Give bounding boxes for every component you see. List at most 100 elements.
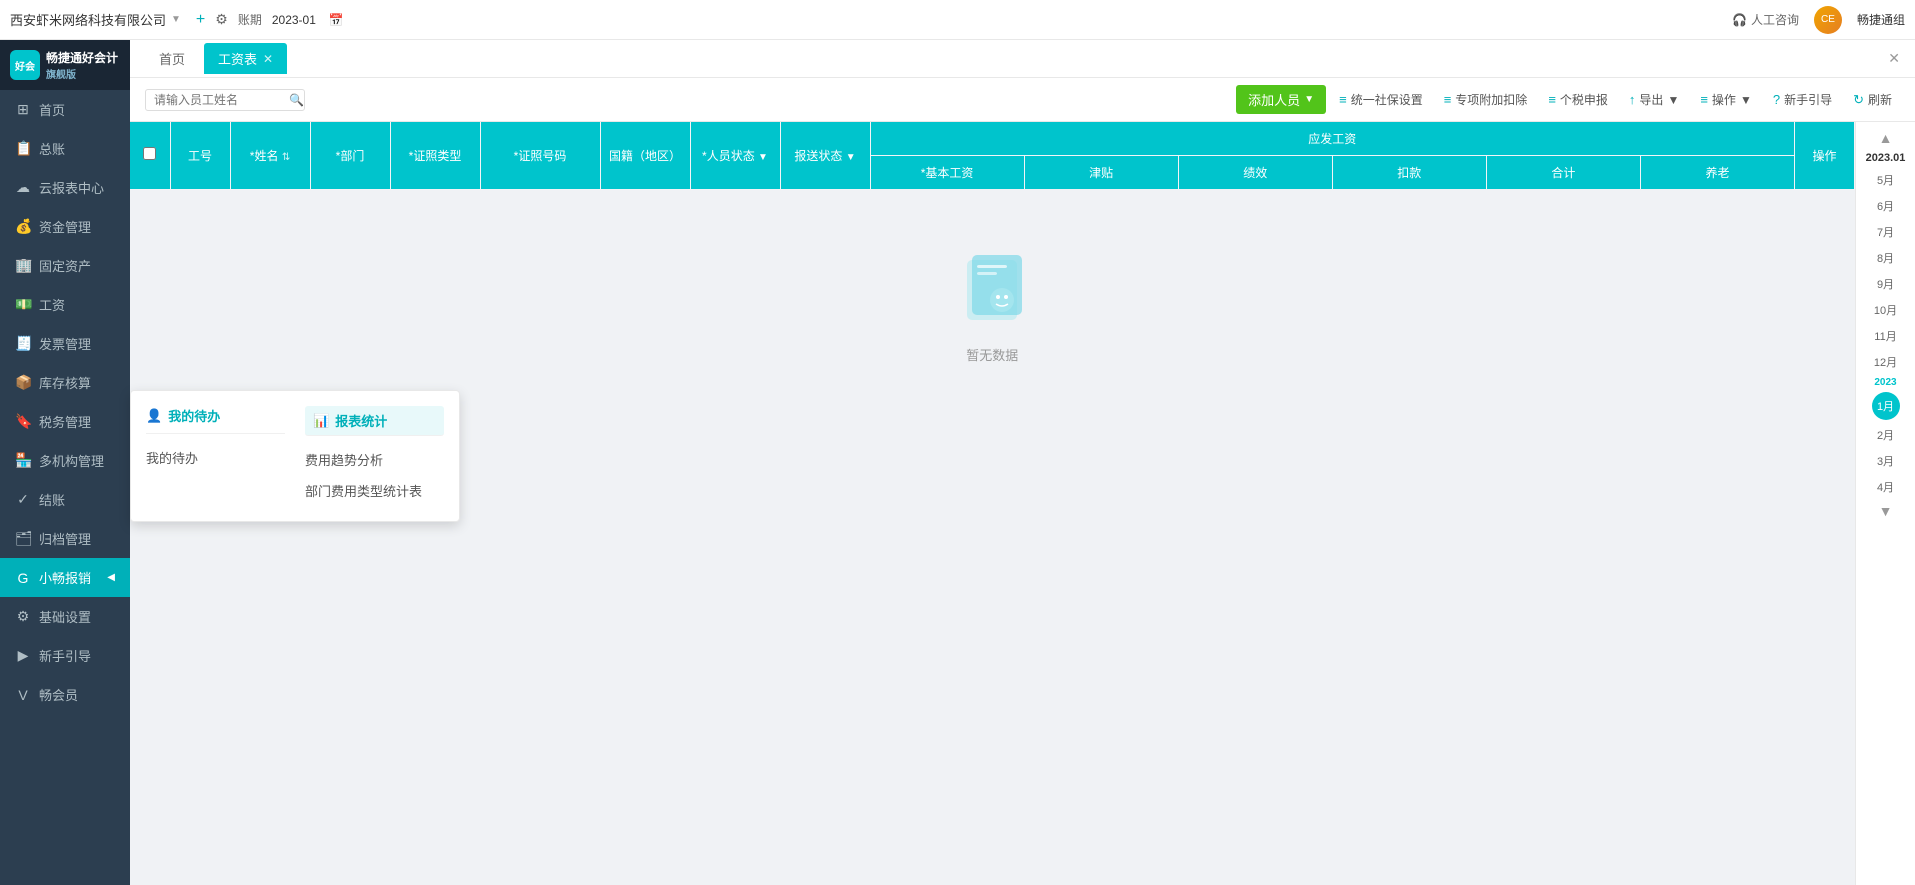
social-icon: ≡ <box>1339 92 1347 107</box>
th-name: *姓名 ⇅ <box>230 122 310 189</box>
search-wrapper: 🔍 <box>145 89 305 111</box>
popup-menu: 👤 我的待办 我的待办 📊 报表统计 费用趋势分析 部门费用类型统计表 <box>130 390 460 522</box>
timeline-month-5[interactable]: 5月 <box>1856 167 1915 193</box>
timeline-month-10[interactable]: 10月 <box>1856 297 1915 323</box>
th-checkbox <box>130 122 170 189</box>
sidebar-item-finance[interactable]: 💰 资金管理 <box>0 207 130 246</box>
select-all-checkbox[interactable] <box>143 147 156 160</box>
timeline-up-nav[interactable]: ▲ <box>1876 127 1896 149</box>
sidebar-item-multi[interactable]: 🏪 多机构管理 <box>0 441 130 480</box>
search-icon[interactable]: 🔍 <box>289 93 304 107</box>
top-header: 西安虾米网络科技有限公司 ▼ + ⚙ 账期 2023-01 📅 🎧 人工咨询 C… <box>0 0 1915 40</box>
timeline-month-11[interactable]: 11月 <box>1856 323 1915 349</box>
tab-home[interactable]: 首页 <box>145 43 199 74</box>
basic-icon: ⚙ <box>15 608 31 625</box>
close-all-tabs-button[interactable]: ✕ <box>1888 50 1900 67</box>
search-input[interactable] <box>154 93 284 107</box>
ledger-icon: 📋 <box>15 140 31 157</box>
popup-todo-header: 👤 我的待办 <box>146 406 285 434</box>
company-name[interactable]: 西安虾米网络科技有限公司 ▼ <box>10 10 181 29</box>
tab-salary-label: 工资表 <box>218 49 257 68</box>
tabs-bar: 首页 工资表 ✕ ✕ <box>130 40 1915 78</box>
close-acc-icon: ✓ <box>15 491 31 508</box>
sidebar-item-home[interactable]: ⊞ 首页 <box>0 90 130 129</box>
right-panel: ▲ 2023.01 5月 6月 7月 8月 9月 10月 11月 12月 202… <box>1855 122 1915 885</box>
period-calendar-icon[interactable]: 📅 <box>329 13 344 27</box>
sidebar-label-salary: 工资 <box>39 295 65 314</box>
timeline-month-9[interactable]: 9月 <box>1856 271 1915 297</box>
sidebar-item-archive[interactable]: 🗂 归档管理 <box>0 519 130 558</box>
tab-close-icon[interactable]: ✕ <box>263 52 273 66</box>
sidebar-item-basic[interactable]: ⚙ 基础设置 <box>0 597 130 636</box>
sidebar-label-assets: 固定资产 <box>39 256 91 275</box>
multi-icon: 🏪 <box>15 452 31 469</box>
sidebar-item-invoice[interactable]: 🧾 发票管理 <box>0 324 130 363</box>
popup-todo-item[interactable]: 我的待办 <box>146 442 285 473</box>
company-dropdown-arrow: ▼ <box>171 14 181 25</box>
sidebar-item-assets[interactable]: 🏢 固定资产 <box>0 246 130 285</box>
avatar: CE <box>1814 6 1842 34</box>
name-sort-icon[interactable]: ⇅ <box>282 152 290 163</box>
sidebar-label-member: 畅会员 <box>39 685 78 704</box>
sidebar-item-ledger[interactable]: 📋 总账 <box>0 129 130 168</box>
action-icon: ≡ <box>1700 92 1708 107</box>
guide-button[interactable]: ? 新手引导 <box>1765 87 1840 112</box>
deduct-button[interactable]: ≡ 专项附加扣除 <box>1436 87 1536 112</box>
support-button[interactable]: 🎧 人工咨询 <box>1732 11 1799 28</box>
sidebar-label-tax: 税务管理 <box>39 412 91 431</box>
timeline-month-6[interactable]: 6月 <box>1856 193 1915 219</box>
sidebar-item-close[interactable]: ✓ 结账 <box>0 480 130 519</box>
add-person-button[interactable]: 添加人员 ▼ <box>1236 85 1326 114</box>
empty-text: 暂无数据 <box>966 345 1018 364</box>
tab-salary-table[interactable]: 工资表 ✕ <box>204 43 287 74</box>
sidebar-item-tax[interactable]: 🔖 税务管理 <box>0 402 130 441</box>
sidebar-item-member[interactable]: V 畅会员 <box>0 675 130 714</box>
popup-expense-trend-item[interactable]: 费用趋势分析 <box>305 444 444 475</box>
user-name[interactable]: 畅捷通组 <box>1857 11 1905 28</box>
sidebar-item-salary[interactable]: 💵 工资 <box>0 285 130 324</box>
timeline-month-4[interactable]: 4月 <box>1856 474 1915 500</box>
headset-icon: 🎧 <box>1732 13 1747 27</box>
assets-icon: 🏢 <box>15 257 31 274</box>
sidebar: 好会 畅捷通好会计 旗舰版 ⊞ 首页 📋 总账 ☁ 云报表中心 💰 资金管理 🏢… <box>0 40 130 885</box>
archive-icon: 🗂 <box>15 530 31 547</box>
action-button[interactable]: ≡ 操作 ▼ <box>1692 87 1760 112</box>
header-settings-icon[interactable]: ⚙ <box>215 11 228 28</box>
export-button[interactable]: ↑ 导出 ▼ <box>1621 87 1687 112</box>
timeline-month-2[interactable]: 2月 <box>1856 422 1915 448</box>
refresh-icon: ↻ <box>1853 92 1864 108</box>
sidebar-label-guide: 新手引导 <box>39 646 91 665</box>
status-filter-icon[interactable]: ▼ <box>758 152 768 163</box>
header-add-button[interactable]: + <box>196 11 205 29</box>
sidebar-item-inventory[interactable]: 📦 库存核算 <box>0 363 130 402</box>
sidebar-item-guide[interactable]: ▶ 新手引导 <box>0 636 130 675</box>
timeline-down-nav[interactable]: ▼ <box>1876 500 1896 522</box>
tax-icon: ≡ <box>1548 92 1556 107</box>
tab-home-label: 首页 <box>159 49 185 68</box>
refresh-button[interactable]: ↻ 刷新 <box>1845 87 1900 112</box>
timeline-month-3[interactable]: 3月 <box>1856 448 1915 474</box>
guide-icon: ▶ <box>15 647 31 664</box>
xiaochang-icon: G <box>15 570 31 586</box>
period-value: 2023-01 <box>272 13 316 27</box>
sidebar-logo: 好会 畅捷通好会计 旗舰版 <box>0 40 130 90</box>
th-id-type: *证照类型 <box>390 122 480 189</box>
sidebar-item-cloud[interactable]: ☁ 云报表中心 <box>0 168 130 207</box>
th-performance: 绩效 <box>1178 156 1332 190</box>
export-dropdown-icon: ▼ <box>1667 93 1679 107</box>
timeline-month-8[interactable]: 8月 <box>1856 245 1915 271</box>
sidebar-label-cloud: 云报表中心 <box>39 178 104 197</box>
popup-dept-expense-item[interactable]: 部门费用类型统计表 <box>305 475 444 506</box>
timeline-month-12[interactable]: 12月 <box>1856 349 1915 375</box>
toolbar: 🔍 添加人员 ▼ ≡ 统一社保设置 ≡ 专项附加扣除 ≡ 个税申报 ↑ 导出 <box>130 78 1915 122</box>
timeline-month-1-current[interactable]: 1月 <box>1872 392 1900 420</box>
invoice-icon: 🧾 <box>15 335 31 352</box>
social-settings-button[interactable]: ≡ 统一社保设置 <box>1331 87 1431 112</box>
sidebar-item-xiaochang[interactable]: G 小畅报销 ◀ <box>0 558 130 597</box>
finance-icon: 💰 <box>15 218 31 235</box>
tax-report-button[interactable]: ≡ 个税申报 <box>1540 87 1616 112</box>
report-filter-icon[interactable]: ▼ <box>846 152 856 163</box>
th-deduct: 扣款 <box>1332 156 1486 190</box>
popup-columns: 👤 我的待办 我的待办 📊 报表统计 费用趋势分析 部门费用类型统计表 <box>146 406 444 506</box>
timeline-month-7[interactable]: 7月 <box>1856 219 1915 245</box>
